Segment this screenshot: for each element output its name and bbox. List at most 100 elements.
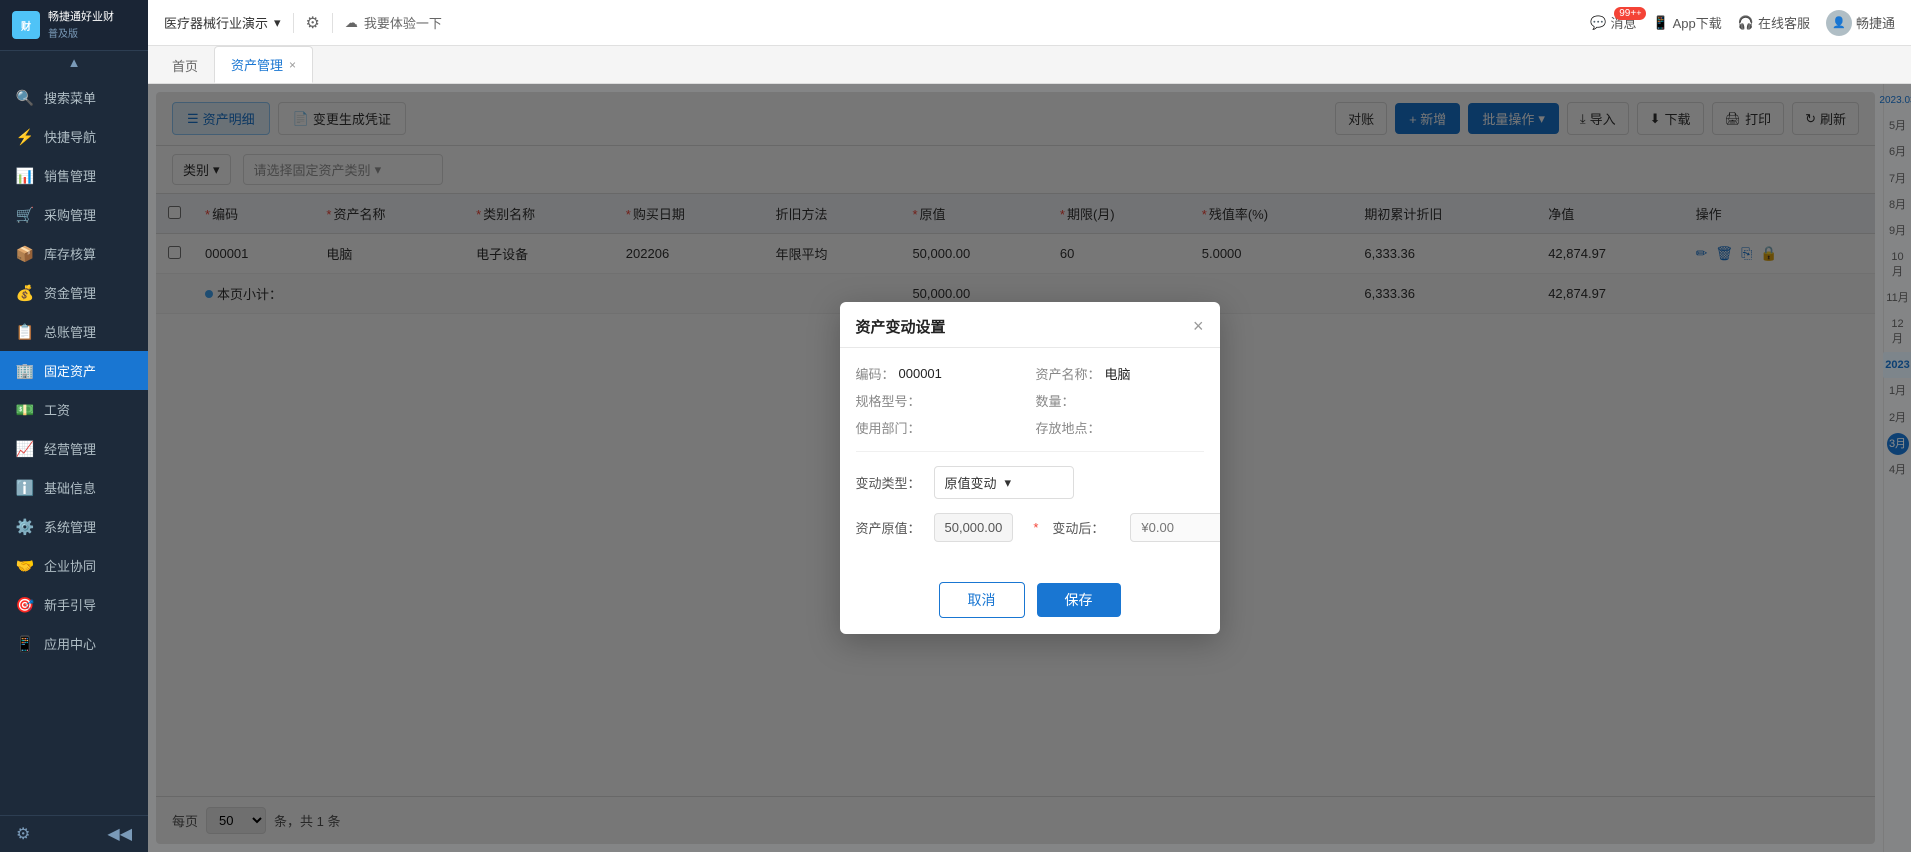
topbar-right: 💬 消息 99++ 📱 App下载 🎧 在线客服 👤 畅捷通 (1590, 10, 1895, 36)
sidebar-item-应用中心[interactable]: 📱应用中心 (0, 624, 148, 663)
settings-button[interactable]: ⚙ (306, 13, 320, 33)
customer-service-button[interactable]: 🎧 在线客服 (1738, 13, 1810, 32)
sidebar-item-新手引导[interactable]: 🎯 新手引导 (0, 585, 148, 624)
sidebar-item-总账管理[interactable]: 📋 总账管理 (0, 312, 148, 351)
nav-icon-10: ℹ️ (16, 479, 34, 497)
sidebar-item-label: 工资 (44, 400, 70, 419)
sidebar-item-label: 系统管理 (44, 517, 96, 536)
tab-home[interactable]: 首页 (156, 48, 214, 83)
service-icon: 🎧 (1738, 15, 1754, 31)
modal-close-button[interactable]: × (1193, 316, 1204, 337)
topbar-divider (293, 13, 294, 33)
name-label: 资产名称： (1036, 364, 1101, 383)
sidebar-item-搜索菜单[interactable]: 🔍 搜索菜单 (0, 78, 148, 117)
user-name: 畅捷通 (1856, 13, 1895, 32)
company-selector[interactable]: 医疗器械行业演示 ▾ (164, 13, 281, 32)
tab-asset-management[interactable]: 资产管理 × (214, 46, 313, 83)
change-type-value: 原值变动 (945, 473, 997, 492)
sidebar-item-经营管理[interactable]: 📈 经营管理 (0, 429, 148, 468)
sidebar-item-销售管理[interactable]: 📊 销售管理 (0, 156, 148, 195)
nav-icon-4: 📦 (16, 245, 34, 263)
messages-button[interactable]: 💬 消息 99++ (1590, 13, 1636, 32)
nav-icon-7: 🏢 (16, 362, 34, 380)
company-dropdown-icon: ▾ (274, 15, 281, 31)
sidebar-item-label: 基础信息 (44, 478, 96, 497)
sidebar-item-快捷导航[interactable]: ⚡ 快捷导航 (0, 117, 148, 156)
nav-icon-1: ⚡ (16, 128, 34, 146)
main-content: 医疗器械行业演示 ▾ ⚙ ☁ 我要体验一下 💬 消息 99++ 📱 App下载 … (148, 0, 1911, 852)
spec-label: 规格型号： (856, 391, 921, 410)
sidebar-item-label: 企业协同 (44, 556, 96, 575)
topbar-divider-2 (332, 13, 333, 33)
info-code: 编码： 000001 (856, 364, 1024, 383)
sidebar-item-label: 新手引导 (44, 595, 96, 614)
sidebar-nav: 🔍 搜索菜单 ⚡ 快捷导航 📊 销售管理 🛒采购管理📦库存核算 💰 资金管理 📋 总账管理 🏢 固定资产… (0, 74, 148, 815)
after-change-input[interactable] (1130, 513, 1219, 542)
app-download-label: App下载 (1673, 13, 1722, 32)
sidebar-item-工资[interactable]: 💵 工资 (0, 390, 148, 429)
cancel-button[interactable]: 取消 (939, 582, 1025, 618)
settings-icon[interactable]: ⚙ (16, 824, 30, 844)
asset-value-label: 资产原值： (856, 518, 926, 537)
nav-icon-8: 💵 (16, 401, 34, 419)
app-name: 畅捷通好业财 (48, 10, 114, 25)
app-edition: 普及版 (48, 25, 114, 40)
messages-badge: 99++ (1614, 7, 1646, 20)
sidebar-item-系统管理[interactable]: ⚙️ 系统管理 (0, 507, 148, 546)
change-type-select[interactable]: 原值变动 ▾ (934, 466, 1074, 499)
sidebar-item-label: 资金管理 (44, 283, 96, 302)
tabbar: 首页 资产管理 × (148, 46, 1911, 84)
code-value: 000001 (899, 366, 942, 381)
sidebar: 财 畅捷通好业财 普及版 ▲ 🔍 搜索菜单 ⚡ 快捷导航 📊 销售管理 🛒采购管理📦库存核算… (0, 0, 148, 852)
nav-icon-2: 📊 (16, 167, 34, 185)
sidebar-item-label: 固定资产 (44, 361, 96, 380)
sidebar-item-企业协同[interactable]: 🤝企业协同 (0, 546, 148, 585)
user-profile[interactable]: 👤 畅捷通 (1826, 10, 1895, 36)
download-icon: 📱 (1652, 15, 1668, 31)
collapse-icon[interactable]: ◀◀ (107, 824, 132, 844)
topbar: 医疗器械行业演示 ▾ ⚙ ☁ 我要体验一下 💬 消息 99++ 📱 App下载 … (148, 0, 1911, 46)
tab-home-label: 首页 (172, 56, 198, 75)
nav-icon-11: ⚙️ (16, 518, 34, 536)
modal-overlay: 资产变动设置 × 编码： 000001 资产名称： 电脑 (148, 84, 1911, 852)
sidebar-item-资金管理[interactable]: 💰 资金管理 (0, 273, 148, 312)
sidebar-item-label: 销售管理 (44, 166, 96, 185)
sidebar-item-采购管理[interactable]: 🛒采购管理 (0, 195, 148, 234)
asset-change-modal: 资产变动设置 × 编码： 000001 资产名称： 电脑 (840, 302, 1220, 634)
sidebar-item-库存核算[interactable]: 📦库存核算 (0, 234, 148, 273)
cloud-icon: ☁ (345, 15, 358, 31)
company-name: 医疗器械行业演示 (164, 13, 268, 32)
app-logo: 财 (12, 11, 40, 39)
sidebar-item-固定资产[interactable]: 🏢 固定资产 (0, 351, 148, 390)
sidebar-item-label: 快捷导航 (44, 127, 96, 146)
sidebar-item-label: 总账管理 (44, 322, 96, 341)
tab-close-icon[interactable]: × (289, 58, 296, 72)
change-type-dropdown-icon: ▾ (1005, 475, 1012, 491)
info-spec: 规格型号： (856, 391, 1024, 410)
sidebar-item-label: 搜索菜单 (44, 88, 96, 107)
asset-value-field: 资产原值： 50,000.00 * 变动后： (856, 513, 1204, 542)
sidebar-bottom: ⚙ ◀◀ (0, 815, 148, 852)
nav-icon-13: 🎯 (16, 596, 34, 614)
after-change-label: 变动后： (1052, 518, 1122, 537)
sidebar-scroll-up[interactable]: ▲ (0, 51, 148, 74)
app-download-button[interactable]: 📱 App下载 (1652, 13, 1721, 32)
modal-title: 资产变动设置 (856, 316, 946, 337)
nav-icon-6: 📋 (16, 323, 34, 341)
nav-icon-3: 🛒 (16, 206, 34, 224)
quantity-label: 数量： (1036, 391, 1075, 410)
sidebar-item-基础信息[interactable]: ℹ️ 基础信息 (0, 468, 148, 507)
change-type-label: 变动类型： (856, 473, 926, 492)
nav-icon-0: 🔍 (16, 89, 34, 107)
modal-info-grid: 编码： 000001 资产名称： 电脑 规格型号： 数量： (856, 364, 1204, 452)
nav-icon-14: 📱 (16, 635, 34, 653)
sidebar-item-label: 经营管理 (44, 439, 96, 458)
experience-button[interactable]: ☁ 我要体验一下 (345, 13, 442, 32)
info-quantity: 数量： (1036, 391, 1204, 410)
nav-icon-9: 📈 (16, 440, 34, 458)
code-label: 编码： (856, 364, 895, 383)
experience-label: 我要体验一下 (364, 13, 442, 32)
nav-icon-5: 💰 (16, 284, 34, 302)
avatar: 👤 (1826, 10, 1852, 36)
save-button[interactable]: 保存 (1037, 583, 1121, 617)
